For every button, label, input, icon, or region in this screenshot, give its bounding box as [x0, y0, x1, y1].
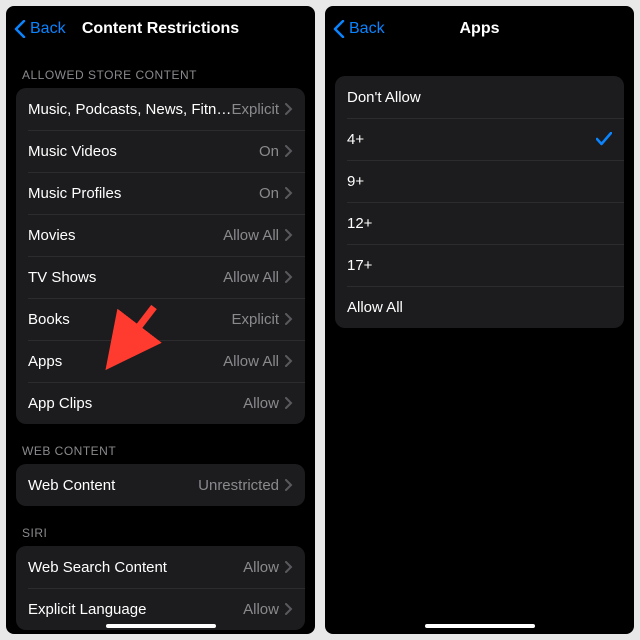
row-label: TV Shows [28, 269, 223, 286]
chevron-right-icon [285, 229, 293, 241]
section-header: WEB CONTENT [6, 424, 315, 464]
option-label: 4+ [347, 131, 596, 148]
row-apps[interactable]: Apps Allow All [16, 340, 305, 382]
chevron-left-icon [14, 20, 26, 38]
row-web-search[interactable]: Web Search Content Allow [16, 546, 305, 588]
row-value: Allow [243, 601, 279, 618]
home-indicator[interactable] [106, 624, 216, 628]
chevron-right-icon [285, 145, 293, 157]
row-label: Explicit Language [28, 601, 243, 618]
option-label: 12+ [347, 215, 612, 232]
back-label: Back [349, 20, 385, 38]
row-label: Web Content [28, 477, 198, 494]
row-movies[interactable]: Movies Allow All [16, 214, 305, 256]
screenshot-left: Back Content Restrictions ALLOWED STORE … [6, 6, 315, 634]
row-music-podcasts[interactable]: Music, Podcasts, News, Fitness Explicit [16, 88, 305, 130]
settings-group-siri: Web Search Content Allow Explicit Langua… [16, 546, 305, 630]
home-indicator[interactable] [425, 624, 535, 628]
row-label: Movies [28, 227, 223, 244]
back-label: Back [30, 20, 66, 38]
row-label: Web Search Content [28, 559, 243, 576]
chevron-right-icon [285, 271, 293, 283]
row-label: Apps [28, 353, 223, 370]
option-label: 17+ [347, 257, 612, 274]
navbar: Back Apps [325, 6, 634, 52]
row-value: Explicit [231, 311, 279, 328]
option-label: 9+ [347, 173, 612, 190]
row-value: Explicit [231, 101, 279, 118]
section-header: ALLOWED STORE CONTENT [6, 52, 315, 88]
chevron-right-icon [285, 355, 293, 367]
row-label: App Clips [28, 395, 243, 412]
row-music-profiles[interactable]: Music Profiles On [16, 172, 305, 214]
option-dont-allow[interactable]: Don't Allow [335, 76, 624, 118]
option-label: Don't Allow [347, 89, 612, 106]
option-17plus[interactable]: 17+ [335, 244, 624, 286]
row-value: Unrestricted [198, 477, 279, 494]
settings-group-web: Web Content Unrestricted [16, 464, 305, 506]
back-button[interactable]: Back [333, 20, 385, 38]
row-tv-shows[interactable]: TV Shows Allow All [16, 256, 305, 298]
content-scroll[interactable]: Don't Allow 4+ 9+ 12+ 17+ Allow All [325, 52, 634, 634]
row-label: Music, Podcasts, News, Fitness [28, 101, 231, 118]
screenshot-right: Back Apps Don't Allow 4+ 9+ 12+ 17+ Allo… [325, 6, 634, 634]
section-header: SIRI [6, 506, 315, 546]
chevron-right-icon [285, 479, 293, 491]
settings-group-store: Music, Podcasts, News, Fitness Explicit … [16, 88, 305, 424]
row-value: On [259, 185, 279, 202]
row-app-clips[interactable]: App Clips Allow [16, 382, 305, 424]
chevron-right-icon [285, 187, 293, 199]
row-value: Allow All [223, 269, 279, 286]
row-label: Music Videos [28, 143, 259, 160]
row-web-content[interactable]: Web Content Unrestricted [16, 464, 305, 506]
row-value: Allow All [223, 227, 279, 244]
row-label: Music Profiles [28, 185, 259, 202]
row-value: On [259, 143, 279, 160]
option-9plus[interactable]: 9+ [335, 160, 624, 202]
option-12plus[interactable]: 12+ [335, 202, 624, 244]
rating-options-group: Don't Allow 4+ 9+ 12+ 17+ Allow All [335, 76, 624, 328]
row-value: Allow All [223, 353, 279, 370]
chevron-right-icon [285, 103, 293, 115]
option-allow-all[interactable]: Allow All [335, 286, 624, 328]
section-header: GAME CENTER [6, 630, 315, 634]
chevron-right-icon [285, 397, 293, 409]
option-label: Allow All [347, 299, 612, 316]
row-value: Allow [243, 559, 279, 576]
chevron-right-icon [285, 603, 293, 615]
chevron-right-icon [285, 561, 293, 573]
content-scroll[interactable]: ALLOWED STORE CONTENT Music, Podcasts, N… [6, 52, 315, 634]
option-4plus[interactable]: 4+ [335, 118, 624, 160]
row-music-videos[interactable]: Music Videos On [16, 130, 305, 172]
row-value: Allow [243, 395, 279, 412]
row-books[interactable]: Books Explicit [16, 298, 305, 340]
back-button[interactable]: Back [14, 20, 66, 38]
checkmark-icon [596, 132, 612, 146]
chevron-left-icon [333, 20, 345, 38]
navbar: Back Content Restrictions [6, 6, 315, 52]
row-label: Books [28, 311, 231, 328]
chevron-right-icon [285, 313, 293, 325]
